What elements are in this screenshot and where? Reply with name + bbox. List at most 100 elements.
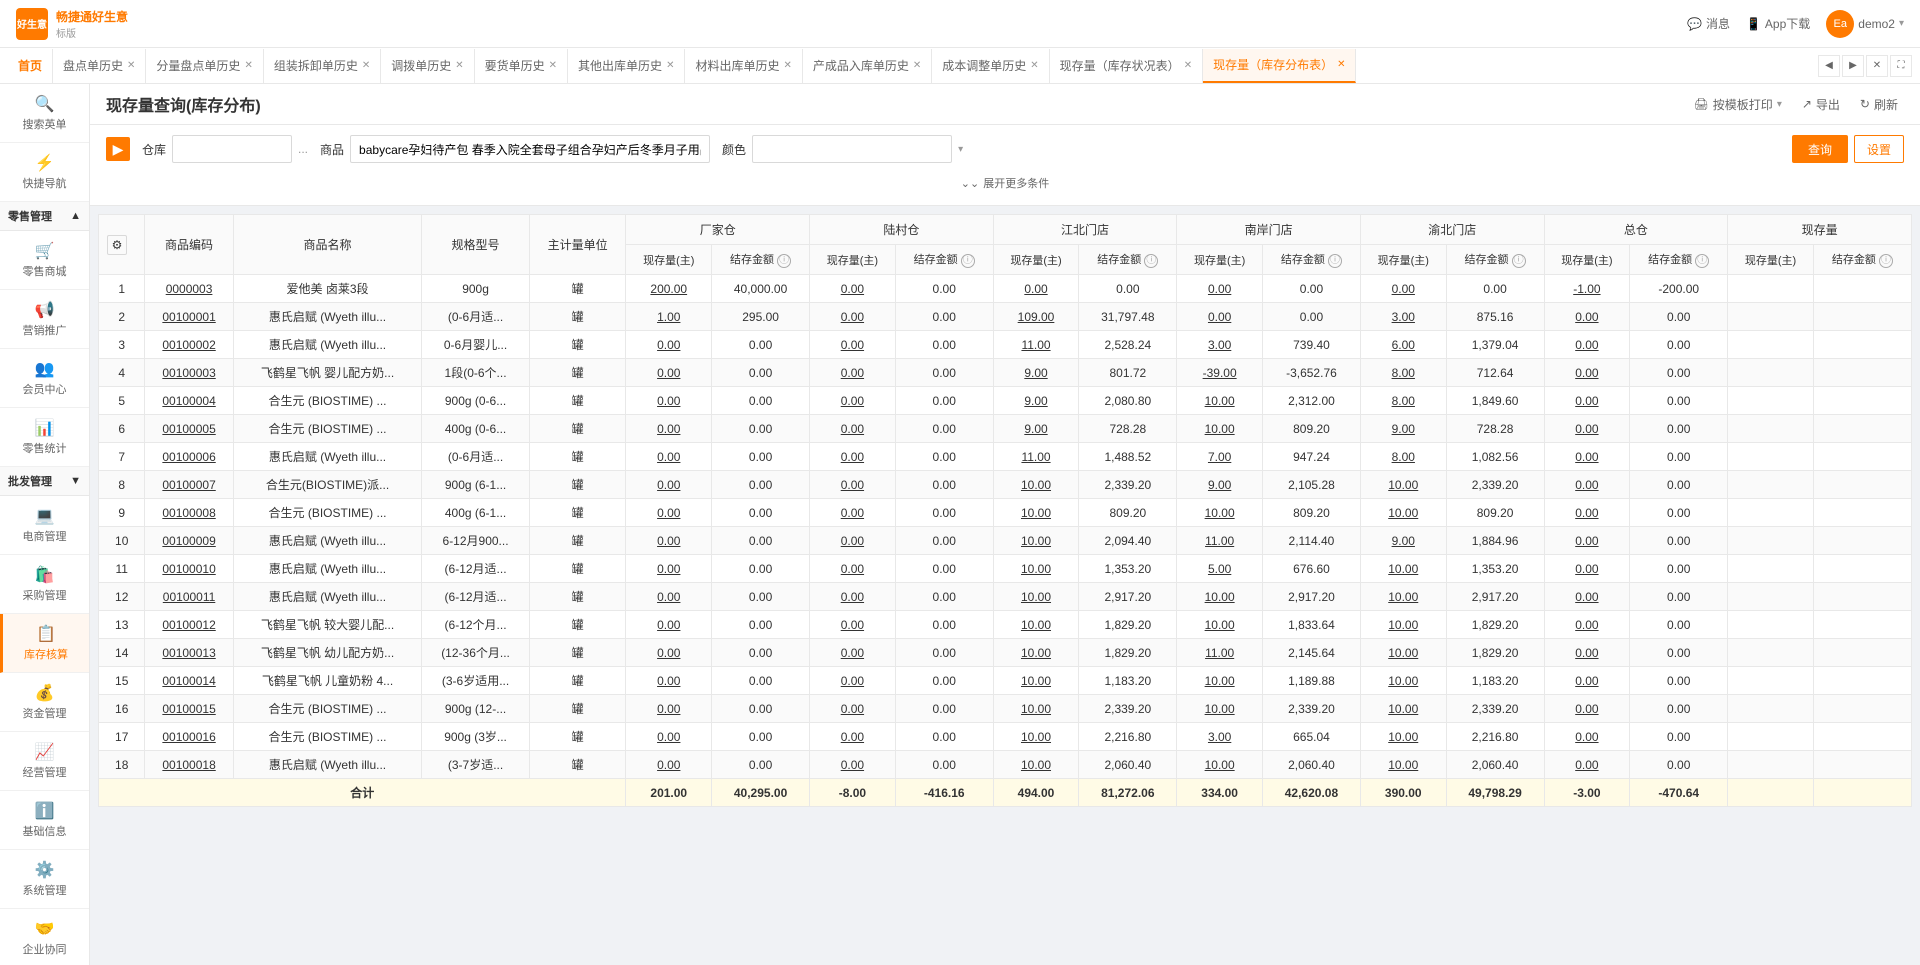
nav-next-btn[interactable]: ▶ xyxy=(1842,55,1864,77)
row-f-stock[interactable]: 0.00 xyxy=(626,667,712,695)
row-f-stock[interactable]: 0.00 xyxy=(626,331,712,359)
row-na-stock[interactable]: 9.00 xyxy=(1177,471,1263,499)
row-jb-stock[interactable]: 10.00 xyxy=(993,527,1079,555)
search-btn[interactable]: 查询 xyxy=(1792,135,1848,163)
sidebar-item-wholesale[interactable]: 批发管理 ▼ xyxy=(0,467,89,496)
info-icon-2[interactable]: ⓘ xyxy=(961,254,975,268)
close-icon[interactable]: ✕ xyxy=(666,60,674,71)
row-na-stock[interactable]: 10.00 xyxy=(1177,583,1263,611)
settings-btn[interactable]: 设置 xyxy=(1854,135,1904,163)
row-f-stock[interactable]: 0.00 xyxy=(626,499,712,527)
sidebar-item-inventory[interactable]: 📋 库存核算 xyxy=(0,614,89,673)
row-na-stock[interactable]: 10.00 xyxy=(1177,387,1263,415)
info-icon[interactable]: ⓘ xyxy=(777,254,791,268)
row-t-stock[interactable]: 0.00 xyxy=(1544,471,1630,499)
row-jb-stock[interactable]: 109.00 xyxy=(993,303,1079,331)
row-ybl-stock[interactable]: 10.00 xyxy=(1360,695,1446,723)
row-s-stock[interactable]: 0.00 xyxy=(810,723,896,751)
row-ybl-stock[interactable]: 3.00 xyxy=(1360,303,1446,331)
row-t-stock[interactable]: 0.00 xyxy=(1544,359,1630,387)
row-ybl-stock[interactable]: 10.00 xyxy=(1360,555,1446,583)
info-icon-4[interactable]: ⓘ xyxy=(1328,254,1342,268)
row-ybl-stock[interactable]: 10.00 xyxy=(1360,639,1446,667)
message-btn[interactable]: 💬 消息 xyxy=(1687,15,1730,32)
row-ybl-stock[interactable]: 8.00 xyxy=(1360,359,1446,387)
print-btn[interactable]: 🖨 按模板打印 ▾ xyxy=(1688,94,1788,115)
tab-cost-adjust[interactable]: 成本调整单历史 ✕ xyxy=(932,49,1049,83)
row-f-stock[interactable]: 200.00 xyxy=(626,275,712,303)
row-t-stock[interactable]: 0.00 xyxy=(1544,387,1630,415)
row-jb-stock[interactable]: 9.00 xyxy=(993,415,1079,443)
sidebar-item-members[interactable]: 👥 会员中心 xyxy=(0,349,89,408)
row-code[interactable]: 00100011 xyxy=(145,583,233,611)
sidebar-item-finance[interactable]: 💰 资金管理 xyxy=(0,673,89,732)
tab-stock-status[interactable]: 现存量（库存状况表）✕ xyxy=(1050,49,1203,83)
row-na-stock[interactable]: 10.00 xyxy=(1177,611,1263,639)
row-s-stock[interactable]: 0.00 xyxy=(810,359,896,387)
row-na-stock[interactable]: 0.00 xyxy=(1177,303,1263,331)
tab-partial-inventory[interactable]: 分量盘点单历史 ✕ xyxy=(146,49,263,83)
row-f-stock[interactable]: 0.00 xyxy=(626,387,712,415)
sidebar-item-retail-mgmt[interactable]: 零售管理 ▲ xyxy=(0,202,89,231)
row-t-stock[interactable]: 0.00 xyxy=(1544,443,1630,471)
row-code[interactable]: 00100003 xyxy=(145,359,233,387)
row-s-stock[interactable]: 0.00 xyxy=(810,275,896,303)
tab-home[interactable]: 首页 xyxy=(8,49,53,83)
row-code[interactable]: 00100014 xyxy=(145,667,233,695)
row-s-stock[interactable]: 0.00 xyxy=(810,331,896,359)
expand-more-btn[interactable]: ⌄⌄ 展开更多条件 xyxy=(106,171,1904,195)
row-f-stock[interactable]: 1.00 xyxy=(626,303,712,331)
sidebar-item-marketing[interactable]: 📢 营销推广 xyxy=(0,290,89,349)
row-code[interactable]: 00100004 xyxy=(145,387,233,415)
row-s-stock[interactable]: 0.00 xyxy=(810,639,896,667)
row-t-stock[interactable]: 0.00 xyxy=(1544,415,1630,443)
tab-stock-distribution[interactable]: 现存量（库存分布表）✕ xyxy=(1203,49,1356,83)
close-icon[interactable]: ✕ xyxy=(1184,60,1192,71)
row-ybl-stock[interactable]: 8.00 xyxy=(1360,387,1446,415)
warehouse-input[interactable] xyxy=(172,135,292,163)
row-na-stock[interactable]: 10.00 xyxy=(1177,415,1263,443)
tab-transfer[interactable]: 调拨单历史 ✕ xyxy=(381,49,474,83)
app-download-btn[interactable]: 📱 App下载 xyxy=(1746,15,1810,32)
row-t-stock[interactable]: -1.00 xyxy=(1544,275,1630,303)
row-f-stock[interactable]: 0.00 xyxy=(626,583,712,611)
row-t-stock[interactable]: 0.00 xyxy=(1544,303,1630,331)
row-s-stock[interactable]: 0.00 xyxy=(810,751,896,779)
tab-material-out[interactable]: 材料出库单历史 ✕ xyxy=(685,49,802,83)
row-ybl-stock[interactable]: 10.00 xyxy=(1360,611,1446,639)
row-ybl-stock[interactable]: 10.00 xyxy=(1360,723,1446,751)
row-s-stock[interactable]: 0.00 xyxy=(810,555,896,583)
row-jb-stock[interactable]: 9.00 xyxy=(993,359,1079,387)
row-jb-stock[interactable]: 10.00 xyxy=(993,695,1079,723)
row-ybl-stock[interactable]: 10.00 xyxy=(1360,667,1446,695)
color-input[interactable] xyxy=(752,135,952,163)
row-ybl-stock[interactable]: 8.00 xyxy=(1360,443,1446,471)
product-input[interactable] xyxy=(350,135,710,163)
tab-order[interactable]: 要货单历史 ✕ xyxy=(475,49,568,83)
row-na-stock[interactable]: 7.00 xyxy=(1177,443,1263,471)
row-code[interactable]: 00100016 xyxy=(145,723,233,751)
row-t-stock[interactable]: 0.00 xyxy=(1544,583,1630,611)
settings-icon[interactable]: ⚙ xyxy=(107,235,127,255)
row-na-stock[interactable]: 10.00 xyxy=(1177,695,1263,723)
row-t-stock[interactable]: 0.00 xyxy=(1544,527,1630,555)
row-f-stock[interactable]: 0.00 xyxy=(626,751,712,779)
row-s-stock[interactable]: 0.00 xyxy=(810,303,896,331)
row-jb-stock[interactable]: 10.00 xyxy=(993,471,1079,499)
row-t-stock[interactable]: 0.00 xyxy=(1544,499,1630,527)
row-ybl-stock[interactable]: 9.00 xyxy=(1360,527,1446,555)
info-icon-7[interactable]: ⓘ xyxy=(1879,254,1893,268)
row-jb-stock[interactable]: 10.00 xyxy=(993,555,1079,583)
sidebar-item-basic-info[interactable]: ℹ️ 基础信息 xyxy=(0,791,89,850)
sidebar-item-purchase[interactable]: 🛍️ 采购管理 xyxy=(0,555,89,614)
tab-product-in[interactable]: 产成品入库单历史 ✕ xyxy=(803,49,932,83)
row-code[interactable]: 00100009 xyxy=(145,527,233,555)
row-code[interactable]: 00100007 xyxy=(145,471,233,499)
row-ybl-stock[interactable]: 9.00 xyxy=(1360,415,1446,443)
row-na-stock[interactable]: 10.00 xyxy=(1177,667,1263,695)
row-f-stock[interactable]: 0.00 xyxy=(626,527,712,555)
row-t-stock[interactable]: 0.00 xyxy=(1544,331,1630,359)
row-s-stock[interactable]: 0.00 xyxy=(810,499,896,527)
row-t-stock[interactable]: 0.00 xyxy=(1544,611,1630,639)
warehouse-dots[interactable]: ... xyxy=(298,142,308,156)
